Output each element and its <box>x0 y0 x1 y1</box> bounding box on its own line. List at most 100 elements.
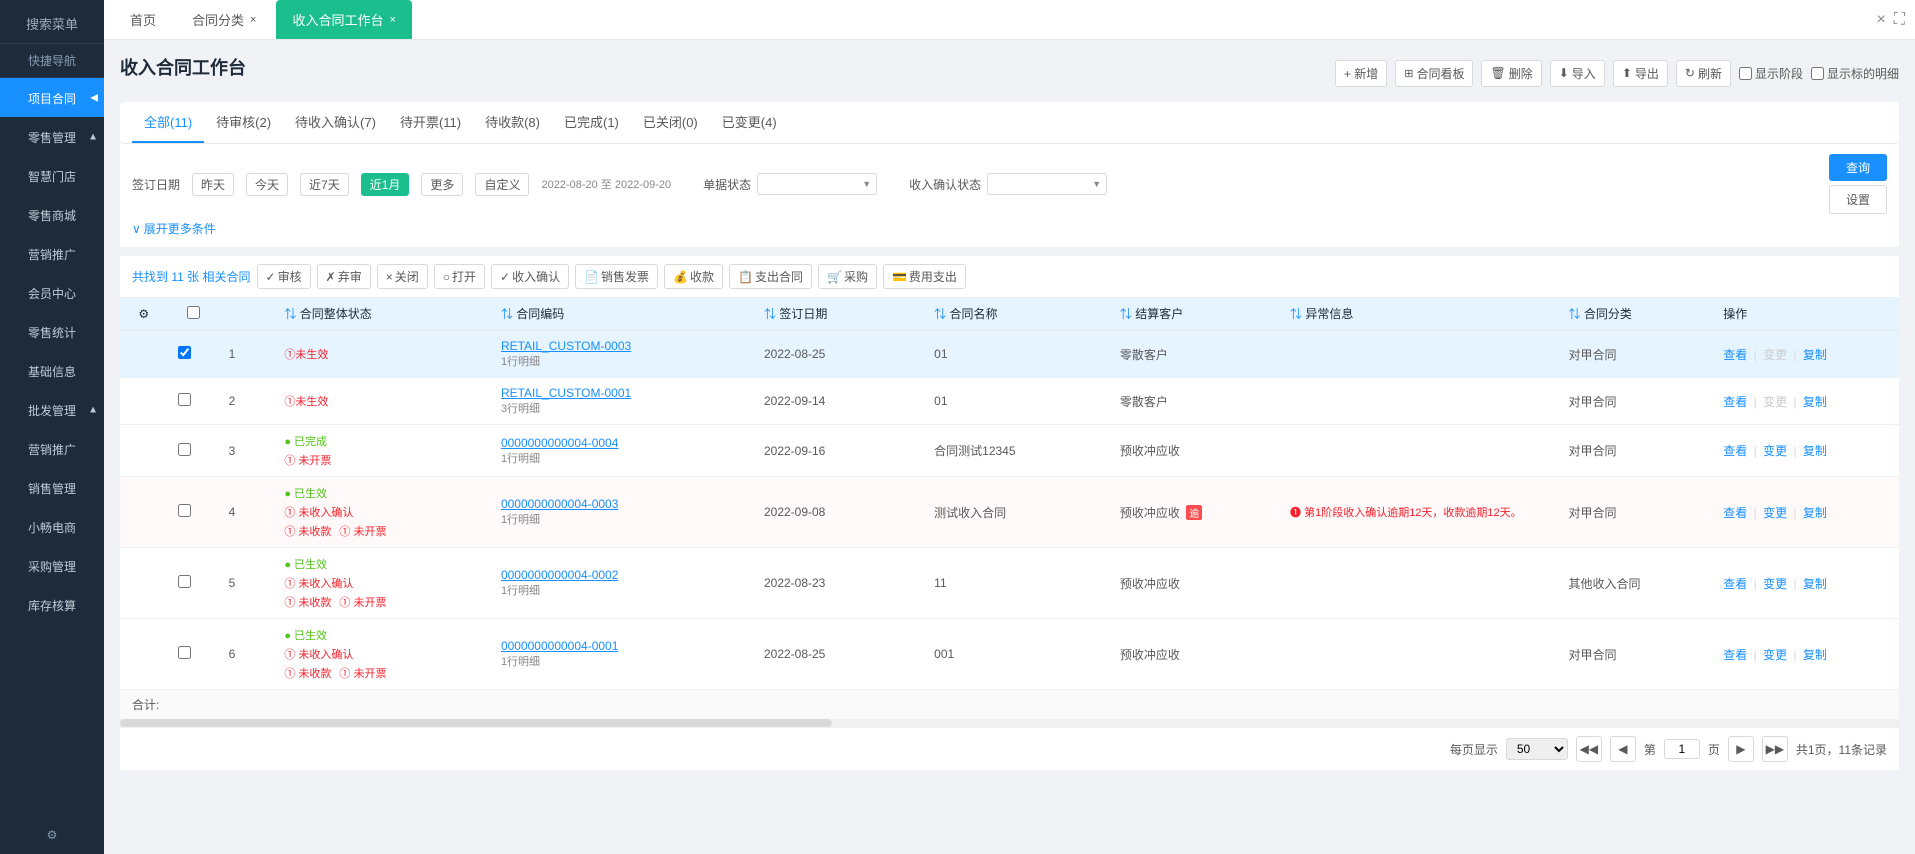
doc-status-select[interactable] <box>757 173 877 195</box>
row-checkbox[interactable] <box>178 346 191 359</box>
copy-btn[interactable]: 复制 <box>1803 444 1827 458</box>
kanban-button[interactable]: ⊞ 合同看板 <box>1395 60 1473 87</box>
row-checkbox[interactable] <box>178 504 191 517</box>
export-button[interactable]: ⬆ 导出 <box>1613 60 1668 87</box>
sidebar-nav[interactable]: 快捷导航 <box>0 44 104 78</box>
date-last1month-btn[interactable]: 近1月 <box>361 173 410 196</box>
filter-tab-pending-review[interactable]: 待审核(2) <box>204 102 283 143</box>
last-page-btn[interactable]: ▶▶ <box>1762 736 1788 762</box>
show-stage-checkbox[interactable] <box>1739 67 1752 80</box>
review-btn[interactable]: ✓ 审核 <box>257 264 311 289</box>
view-btn[interactable]: 查看 <box>1723 348 1747 362</box>
filter-tab-changed[interactable]: 已变更(4) <box>710 102 789 143</box>
select-all-checkbox[interactable] <box>187 306 200 319</box>
edit-btn[interactable]: 变更 <box>1763 506 1787 520</box>
filter-tab-pending-income[interactable]: 待收入确认(7) <box>283 102 388 143</box>
sidebar-item-wholesale[interactable]: 批发管理 ▲ <box>0 390 104 429</box>
view-btn[interactable]: 查看 <box>1723 395 1747 409</box>
horizontal-scrollbar[interactable] <box>120 719 1899 727</box>
filter-settings-button[interactable]: 设置 <box>1829 185 1887 214</box>
edit-btn[interactable]: 变更 <box>1763 577 1787 591</box>
tab-contract-type[interactable]: 合同分类 × <box>176 0 272 39</box>
next-page-btn[interactable]: ▶ <box>1728 736 1754 762</box>
window-close-icon[interactable]: × <box>1876 11 1885 29</box>
sidebar-item-marketing2[interactable]: 营销推广 <box>0 429 104 468</box>
sidebar-item-retail-mgmt[interactable]: 零售管理 ▲ <box>0 117 104 156</box>
income-confirm-select[interactable] <box>987 173 1107 195</box>
sidebar-item-basic-info[interactable]: 基础信息 <box>0 351 104 390</box>
add-button[interactable]: + 新增 <box>1335 60 1387 87</box>
sidebar-item-project[interactable]: 项目合同 ◀ <box>0 78 104 117</box>
copy-btn[interactable]: 复制 <box>1803 348 1827 362</box>
sidebar-item-member[interactable]: 会员中心 <box>0 273 104 312</box>
filter-tab-all[interactable]: 全部(11) <box>132 102 204 143</box>
window-maximize-icon[interactable]: ⛶ <box>1894 11 1905 29</box>
scrollbar-thumb[interactable] <box>120 719 832 727</box>
date-today-btn[interactable]: 今天 <box>246 173 288 196</box>
copy-btn[interactable]: 复制 <box>1803 648 1827 662</box>
row-checkbox[interactable] <box>178 646 191 659</box>
contract-code-link[interactable]: 0000000000004-0003 <box>501 497 618 511</box>
date-custom-btn[interactable]: 自定义 <box>475 173 529 196</box>
tab-close-icon[interactable]: × <box>389 14 395 26</box>
copy-btn[interactable]: 复制 <box>1803 395 1827 409</box>
sidebar-item-inventory[interactable]: 库存核算 <box>0 585 104 624</box>
view-btn[interactable]: 查看 <box>1723 444 1747 458</box>
edit-btn[interactable]: 变更 <box>1763 648 1787 662</box>
open-contract-btn[interactable]: ○ 打开 <box>434 264 485 289</box>
filter-tab-pending-invoice[interactable]: 待开票(11) <box>388 102 473 143</box>
sidebar-item-xiaochang[interactable]: 小畅电商 <box>0 507 104 546</box>
contract-code-link[interactable]: 0000000000004-0004 <box>501 436 618 450</box>
delete-button[interactable]: 🗑 删除 <box>1481 60 1541 87</box>
sidebar-item-retail-mall[interactable]: 零售商城 <box>0 195 104 234</box>
income-confirm-btn[interactable]: ✓ 收入确认 <box>491 264 569 289</box>
row-checkbox[interactable] <box>178 393 191 406</box>
sidebar-item-retail-stats[interactable]: 零售统计 <box>0 312 104 351</box>
date-yesterday-btn[interactable]: 昨天 <box>192 173 234 196</box>
refresh-button[interactable]: ↻ 刷新 <box>1676 60 1731 87</box>
per-page-select[interactable]: 50 <box>1506 738 1568 760</box>
sidebar-item-sales[interactable]: 销售管理 <box>0 468 104 507</box>
row-checkbox[interactable] <box>178 443 191 456</box>
view-btn[interactable]: 查看 <box>1723 577 1747 591</box>
sales-invoice-btn[interactable]: 📄 销售发票 <box>575 264 658 289</box>
contract-code-link[interactable]: 0000000000004-0001 <box>501 639 618 653</box>
copy-btn[interactable]: 复制 <box>1803 506 1827 520</box>
tab-income-workbench[interactable]: 收入合同工作台 × <box>276 0 411 39</box>
col-gear[interactable]: ⚙ <box>120 297 168 331</box>
sidebar-item-smart-store[interactable]: 智慧门店 <box>0 156 104 195</box>
show-mark-checkbox[interactable] <box>1811 67 1824 80</box>
col-checkbox[interactable] <box>168 297 219 331</box>
edit-btn[interactable]: 变更 <box>1763 444 1787 458</box>
first-page-btn[interactable]: ◀◀ <box>1576 736 1602 762</box>
filter-tab-pending-payment[interactable]: 待收款(8) <box>473 102 552 143</box>
view-btn[interactable]: 查看 <box>1723 648 1747 662</box>
copy-btn[interactable]: 复制 <box>1803 577 1827 591</box>
expand-filter-btn[interactable]: ∨ 展开更多条件 <box>132 220 1887 237</box>
close-contract-btn[interactable]: × 关闭 <box>377 264 428 289</box>
sidebar-item-marketing[interactable]: 营销推广 <box>0 234 104 273</box>
filter-tab-completed[interactable]: 已完成(1) <box>552 102 631 143</box>
tab-close-icon[interactable]: × <box>250 14 256 26</box>
import-button[interactable]: ⬇ 导入 <box>1550 60 1605 87</box>
contract-code-link[interactable]: RETAIL_CUSTOM-0001 <box>501 386 631 400</box>
expense-btn[interactable]: 💳 费用支出 <box>883 264 966 289</box>
contract-code-link[interactable]: 0000000000004-0002 <box>501 568 618 582</box>
expenditure-contract-btn[interactable]: 📋 支出合同 <box>729 264 812 289</box>
row-checkbox[interactable] <box>178 575 191 588</box>
purchase-btn[interactable]: 🛒 采购 <box>818 264 877 289</box>
query-button[interactable]: 查询 <box>1829 154 1887 181</box>
filter-tab-closed[interactable]: 已关闭(0) <box>631 102 710 143</box>
collect-btn[interactable]: 💰 收款 <box>664 264 723 289</box>
sidebar-settings[interactable]: ⚙ <box>0 816 104 854</box>
date-last7days-btn[interactable]: 近7天 <box>300 173 349 196</box>
sidebar-search[interactable]: 搜索菜单 <box>0 0 104 44</box>
prev-page-btn[interactable]: ◀ <box>1610 736 1636 762</box>
edit-btn[interactable]: 变更 <box>1763 395 1787 409</box>
sidebar-item-purchase[interactable]: 采购管理 <box>0 546 104 585</box>
contract-code-link[interactable]: RETAIL_CUSTOM-0003 <box>501 339 631 353</box>
date-more-btn[interactable]: 更多 <box>421 173 463 196</box>
view-btn[interactable]: 查看 <box>1723 506 1747 520</box>
page-number-input[interactable] <box>1664 739 1700 759</box>
abandon-btn[interactable]: ✗ 弃审 <box>317 264 371 289</box>
